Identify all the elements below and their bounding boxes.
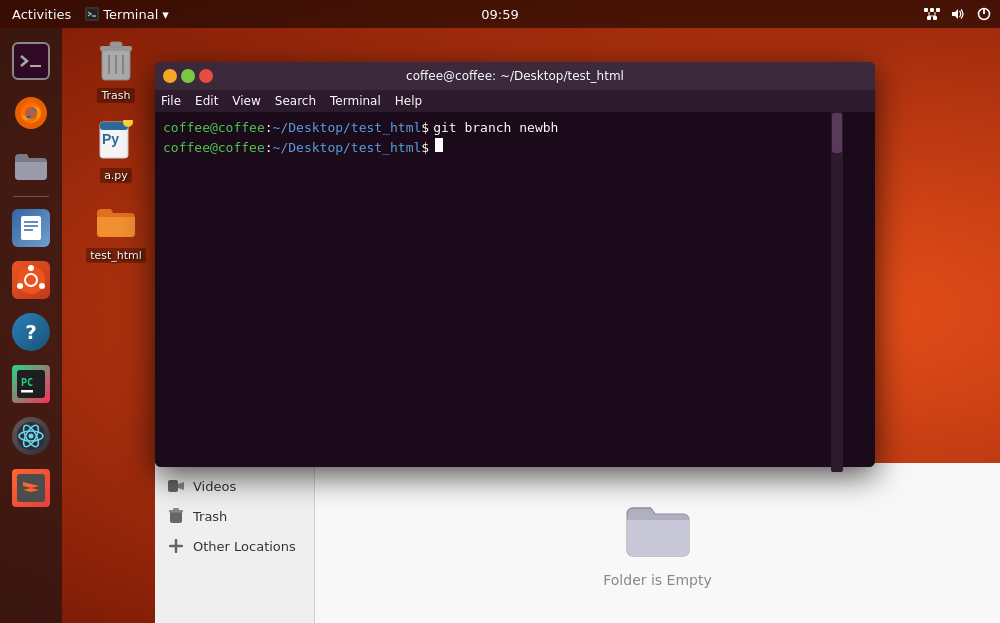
desktop-icon-trash[interactable]: Trash [76,38,156,103]
terminal-line-2: coffee@coffee:~/Desktop/test_html$ [163,138,867,158]
trash-label: Trash [97,88,134,103]
terminal-menu-file[interactable]: File [161,94,181,108]
svg-rect-39 [110,42,122,47]
trash-icon [93,38,139,84]
svg-rect-18 [21,216,41,240]
dock-separator [13,196,49,197]
empty-folder-label: Folder is Empty [603,572,712,588]
dock-files-icon [12,146,50,184]
python-icon: Py [93,118,139,164]
svg-rect-51 [173,508,179,511]
dock-item-terminal[interactable] [8,38,54,84]
empty-folder-icon [623,498,693,562]
svg-rect-2 [924,8,928,12]
svg-text:PC: PC [21,377,33,388]
fm-videos-label: Videos [193,479,236,494]
svg-marker-10 [952,9,958,19]
terminal-cursor [435,138,443,152]
fm-videos-icon [167,477,185,495]
dock-help-icon: ? [12,313,50,351]
topbar-app-arrow: ▾ [162,7,169,22]
topbar-clock: 09:59 [481,7,518,22]
fm-sidebar-videos[interactable]: Videos [155,471,314,501]
term-command-1: git branch newbh [433,118,558,138]
fm-other-locations-icon [167,537,185,555]
dock-item-sublime[interactable] [8,465,54,511]
svg-rect-28 [21,390,33,393]
svg-marker-48 [178,482,184,490]
svg-rect-13 [17,50,45,72]
terminal-menu-edit[interactable]: Edit [195,94,218,108]
svg-rect-35 [17,474,45,502]
terminal-window: coffee@coffee: ~/Desktop/test_html File … [155,62,875,467]
fm-other-locations-label: Other Locations [193,539,296,554]
svg-rect-49 [170,511,182,523]
terminal-minimize-button[interactable] [163,69,177,83]
terminal-title: coffee@coffee: ~/Desktop/test_html [406,69,624,83]
svg-rect-4 [936,8,940,12]
svg-point-26 [17,283,23,289]
terminal-scrollbar-thumb[interactable] [832,113,842,153]
dock-sublime-icon [12,469,50,507]
topbar: Activities Terminal ▾ 09:59 [0,0,1000,28]
dock-ubuntu-icon [12,261,50,299]
filemanager-window: Videos Trash Other Locations Fol [155,463,1000,623]
dock-firefox-icon [12,94,50,132]
svg-rect-47 [168,480,178,492]
svg-rect-5 [927,16,931,20]
terminal-controls [163,69,213,83]
desktop-icon-python[interactable]: Py a.py [76,118,156,183]
svg-text:Py: Py [102,131,119,147]
svg-rect-6 [933,16,937,20]
dock-item-ubuntu-software[interactable] [8,257,54,303]
python-label: a.py [100,168,132,183]
dock-atom-icon [12,417,50,455]
terminal-maximize-button[interactable] [181,69,195,83]
terminal-scrollbar[interactable] [831,112,843,472]
terminal-menu: File Edit View Search Terminal Help [155,90,875,112]
svg-point-24 [28,265,34,271]
topbar-app-name: Terminal [103,7,158,22]
topbar-terminal-icon [85,7,99,21]
network-icon[interactable] [924,6,940,22]
fm-trash-icon [167,507,185,525]
dock-text-icon [12,209,50,247]
dock-pycharm-icon: PC [12,365,50,403]
dock-item-help[interactable]: ? [8,309,54,355]
dock-item-atom[interactable] [8,413,54,459]
power-icon[interactable] [976,6,992,22]
folder-icon [93,198,139,244]
terminal-line-1: coffee@coffee:~/Desktop/test_html$ git b… [163,118,867,138]
fm-trash-label: Trash [193,509,227,524]
dock-item-pycharm[interactable]: PC [8,361,54,407]
test-html-label: test_html [86,248,146,263]
topbar-app[interactable]: Terminal ▾ [85,7,168,22]
svg-point-25 [39,283,45,289]
terminal-menu-terminal[interactable]: Terminal [330,94,381,108]
term-user-2: coffee [163,138,210,158]
dock-item-text-editor[interactable] [8,205,54,251]
terminal-body[interactable]: coffee@coffee:~/Desktop/test_html$ git b… [155,112,875,467]
dock-item-files[interactable] [8,142,54,188]
term-user-1: coffee [163,118,210,138]
activities-button[interactable]: Activities [8,7,75,22]
dock-item-firefox[interactable] [8,90,54,136]
terminal-menu-view[interactable]: View [232,94,260,108]
fm-sidebar-trash[interactable]: Trash [155,501,314,531]
desktop-icon-test-html[interactable]: test_html [76,198,156,263]
filemanager-main: Folder is Empty [315,463,1000,623]
svg-rect-3 [930,8,934,12]
dock-terminal-icon [12,42,50,80]
svg-point-34 [29,434,34,439]
terminal-menu-search[interactable]: Search [275,94,316,108]
terminal-menu-help[interactable]: Help [395,94,422,108]
dock: ? PC [0,28,62,623]
fm-sidebar-other-locations[interactable]: Other Locations [155,531,314,561]
volume-icon[interactable] [950,6,966,22]
terminal-close-button[interactable] [199,69,213,83]
filemanager-sidebar: Videos Trash Other Locations [155,463,315,623]
terminal-titlebar: coffee@coffee: ~/Desktop/test_html [155,62,875,90]
